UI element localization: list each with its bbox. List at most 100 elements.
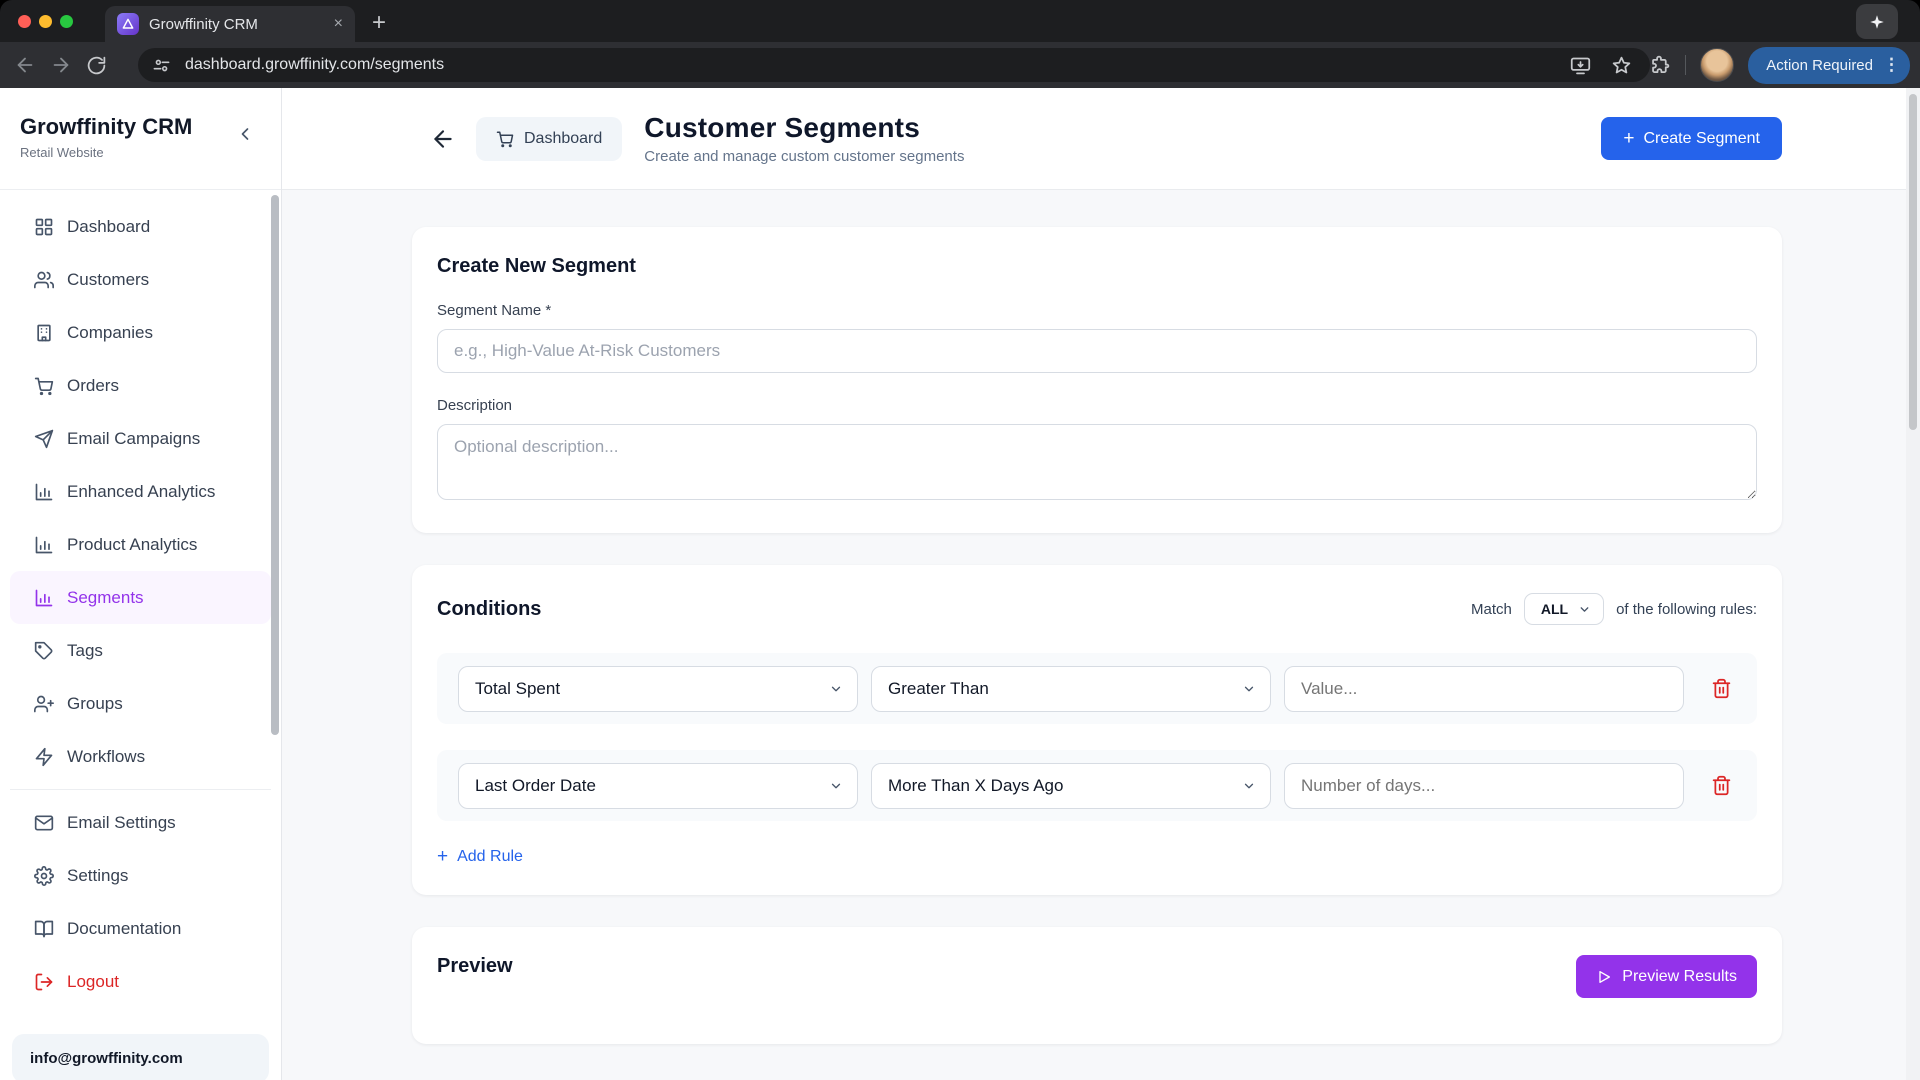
preview-results-button[interactable]: Preview Results	[1576, 955, 1757, 998]
tab-bar: Growffinity CRM × +	[0, 0, 1920, 42]
minimize-window-button[interactable]	[39, 15, 52, 28]
chevron-down-icon	[1242, 779, 1256, 793]
delete-rule-button[interactable]	[1711, 775, 1732, 796]
rule-field-select[interactable]: Last Order Date	[458, 763, 858, 809]
sidebar-item-label: Email Settings	[67, 813, 176, 833]
logout-icon	[34, 972, 54, 992]
sidebar-item-orders[interactable]: Orders	[10, 359, 271, 412]
delete-rule-button[interactable]	[1711, 678, 1732, 699]
users-icon	[34, 270, 54, 290]
toolbar-separator	[1685, 55, 1686, 75]
create-segment-label: Create Segment	[1643, 130, 1760, 148]
forward-icon[interactable]	[50, 54, 72, 76]
sidebar-item-label: Enhanced Analytics	[67, 482, 215, 502]
add-rule-button[interactable]: + Add Rule	[437, 847, 523, 866]
page-scrollbar[interactable]	[1906, 88, 1920, 1080]
back-icon[interactable]	[14, 54, 36, 76]
profile-avatar[interactable]	[1700, 48, 1734, 82]
conditions-card: Conditions Match ALL of the following ru…	[412, 565, 1782, 895]
close-window-button[interactable]	[18, 15, 31, 28]
new-tab-button[interactable]: +	[372, 10, 386, 36]
sidebar-item-groups[interactable]: Groups	[10, 677, 271, 730]
chevron-down-icon	[1242, 682, 1256, 696]
action-required-button[interactable]: Action Required ⋮	[1748, 47, 1910, 84]
rule-operator-value: More Than X Days Ago	[888, 776, 1242, 796]
sidebar-item-dashboard[interactable]: Dashboard	[10, 200, 271, 253]
mail-icon	[34, 813, 54, 833]
rule-value-input[interactable]	[1284, 763, 1684, 809]
sidebar-item-workflows[interactable]: Workflows	[10, 730, 271, 783]
back-arrow-button[interactable]	[430, 126, 456, 152]
create-segment-card-title: Create New Segment	[437, 255, 1757, 278]
book-icon	[34, 919, 54, 939]
sidebar-item-label: Settings	[67, 866, 128, 886]
sidebar-item-label: Companies	[67, 323, 153, 343]
preview-results-label: Preview Results	[1622, 968, 1737, 986]
window-controls[interactable]	[18, 15, 73, 28]
trash-icon	[1711, 678, 1732, 699]
rule-field-value: Last Order Date	[475, 776, 829, 796]
sidebar-item-companies[interactable]: Companies	[10, 306, 271, 359]
sidebar-item-segments[interactable]: Segments	[10, 571, 271, 624]
sidebar-item-settings[interactable]: Settings	[10, 849, 271, 902]
browser-tab[interactable]: Growffinity CRM ×	[105, 6, 355, 42]
preview-card-title: Preview	[437, 955, 513, 978]
bar-chart-icon	[34, 535, 54, 555]
bookmark-star-icon[interactable]	[1611, 55, 1632, 76]
browser-chrome: Growffinity CRM × + dashboard.growffinit…	[0, 0, 1920, 88]
trash-icon	[1711, 775, 1732, 796]
add-rule-label: Add Rule	[457, 848, 523, 866]
sidebar-collapse-button[interactable]	[235, 124, 255, 144]
browser-toolbar: dashboard.growffinity.com/segments Actio…	[0, 42, 1920, 88]
rule-value-input[interactable]	[1284, 666, 1684, 712]
sidebar-item-email-settings[interactable]: Email Settings	[10, 796, 271, 849]
sidebar-item-enhanced-analytics[interactable]: Enhanced Analytics	[10, 465, 271, 518]
gear-icon	[34, 866, 54, 886]
sidebar-item-tags[interactable]: Tags	[10, 624, 271, 677]
match-prefix-label: Match	[1471, 601, 1512, 618]
sidebar-divider	[10, 789, 271, 790]
reload-icon[interactable]	[86, 55, 107, 76]
segment-name-input[interactable]	[437, 329, 1757, 373]
sidebar-item-customers[interactable]: Customers	[10, 253, 271, 306]
extensions-puzzle-icon[interactable]	[1650, 55, 1671, 76]
save-to-device-icon[interactable]	[1570, 55, 1591, 76]
sidebar-item-label: Segments	[67, 588, 144, 608]
dashboard-button[interactable]: Dashboard	[476, 117, 622, 161]
url-bar[interactable]: dashboard.growffinity.com/segments	[138, 48, 1650, 82]
sparkle-button[interactable]	[1856, 4, 1898, 39]
sidebar-nav: Dashboard Customers Companies Orders Ema…	[0, 190, 281, 1008]
sidebar-scrollbar[interactable]	[271, 195, 279, 735]
url-text[interactable]: dashboard.growffinity.com/segments	[185, 56, 1570, 74]
grid-icon	[34, 217, 54, 237]
chevron-down-icon	[1578, 603, 1591, 616]
plus-icon: +	[437, 847, 448, 866]
action-required-label: Action Required	[1766, 57, 1873, 74]
rule-operator-select[interactable]: Greater Than	[871, 666, 1271, 712]
create-segment-card: Create New Segment Segment Name * Descri…	[412, 227, 1782, 533]
sidebar-item-product-analytics[interactable]: Product Analytics	[10, 518, 271, 571]
sidebar-item-documentation[interactable]: Documentation	[10, 902, 271, 955]
sidebar-item-logout[interactable]: Logout	[10, 955, 271, 1008]
match-select[interactable]: ALL	[1524, 593, 1604, 625]
site-settings-icon[interactable]	[152, 56, 171, 75]
sidebar-brand: Growffinity CRM Retail Website	[0, 88, 281, 190]
sidebar-item-label: Tags	[67, 641, 103, 661]
sidebar-item-label: Product Analytics	[67, 535, 197, 555]
sidebar-item-label: Customers	[67, 270, 149, 290]
tab-title: Growffinity CRM	[149, 16, 324, 33]
brand-subtitle: Retail Website	[20, 145, 261, 160]
browser-menu-icon[interactable]: ⋮	[1883, 55, 1900, 75]
rule-field-select[interactable]: Total Spent	[458, 666, 858, 712]
segment-name-label: Segment Name *	[437, 302, 1757, 319]
rule-row: Total Spent Greater Than	[437, 653, 1757, 724]
create-segment-button[interactable]: + Create Segment	[1601, 117, 1782, 160]
page-scrollbar-thumb[interactable]	[1909, 94, 1917, 430]
match-select-value: ALL	[1541, 601, 1568, 617]
rule-operator-select[interactable]: More Than X Days Ago	[871, 763, 1271, 809]
sidebar-item-email-campaigns[interactable]: Email Campaigns	[10, 412, 271, 465]
zoom-window-button[interactable]	[60, 15, 73, 28]
page-title: Customer Segments	[644, 112, 964, 144]
tab-close-icon[interactable]: ×	[334, 16, 343, 32]
description-textarea[interactable]	[437, 424, 1757, 500]
